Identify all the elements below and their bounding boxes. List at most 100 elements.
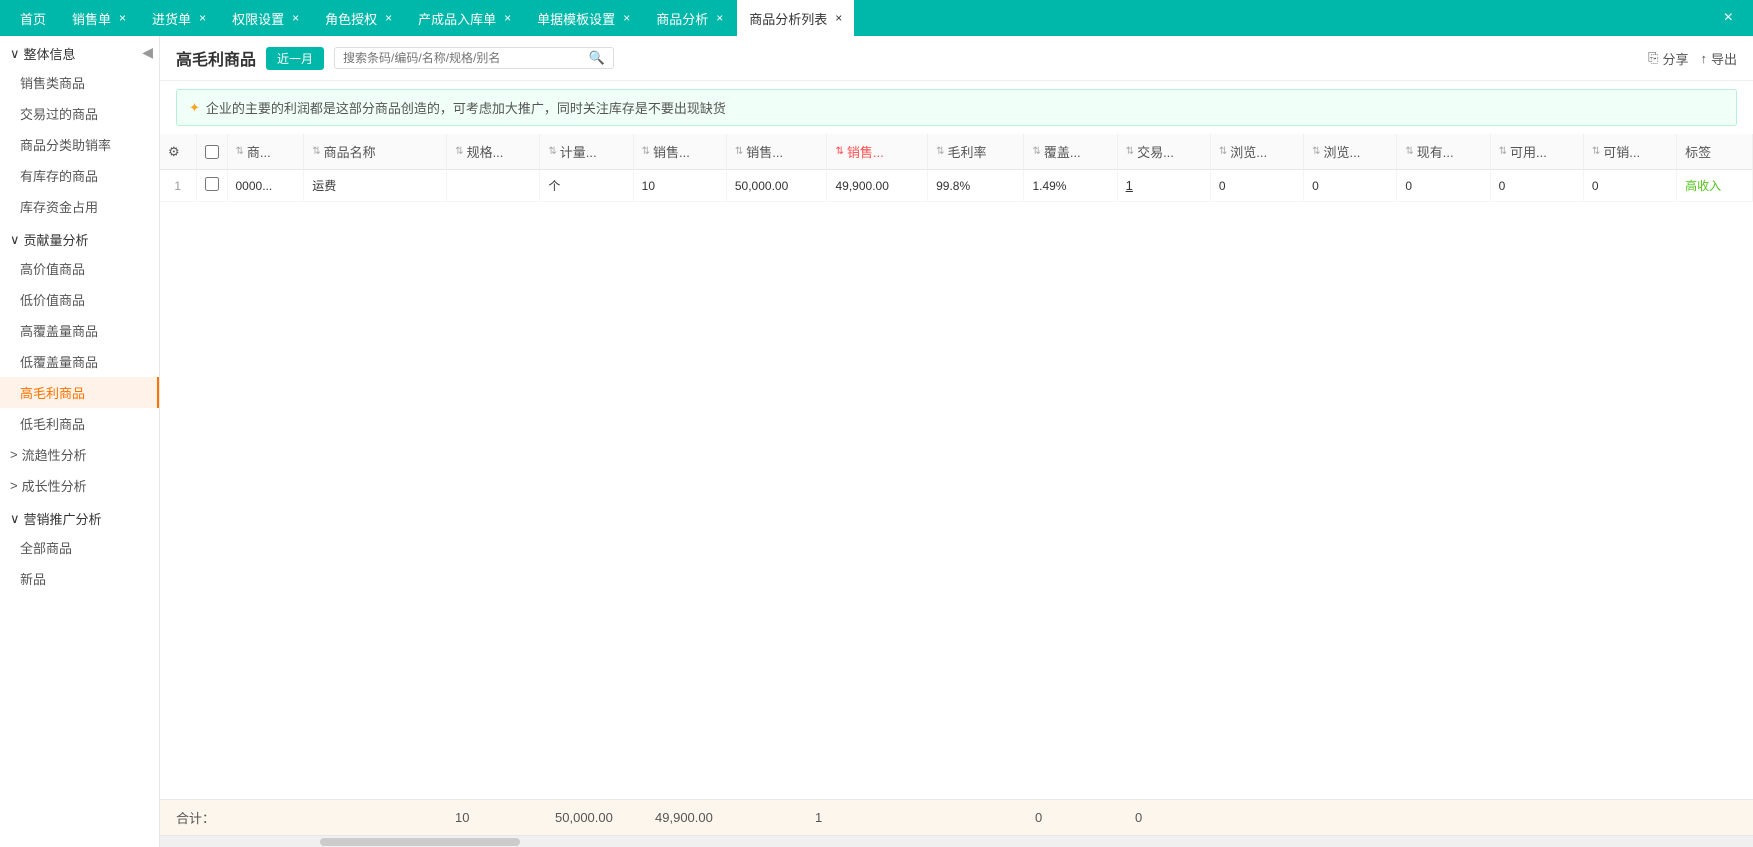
sidebar-item-low-value[interactable]: 低价值商品: [0, 284, 159, 315]
nav-product-analysis-list[interactable]: 商品分析列表 ×: [737, 0, 854, 36]
sort-icon-sales2: ⇅: [735, 146, 743, 157]
th-browse1[interactable]: ⇅ 浏览...: [1210, 134, 1303, 170]
info-banner: ✦ 企业的主要的利润都是这部分商品创造的，可考虑加大推广，同时关注库存是不要出现…: [176, 89, 1737, 126]
content-header: 高毛利商品 近一月 🔍 ⎘ 分享 ↑ 导出: [160, 36, 1753, 81]
cell-sales2: 50,000.00: [726, 170, 827, 202]
close-product-analysis-list[interactable]: ×: [835, 11, 842, 25]
sidebar-item-high-value[interactable]: 高价值商品: [0, 253, 159, 284]
th-sales3[interactable]: ⇅ 销售...: [827, 134, 928, 170]
nav-sales-order[interactable]: 销售单 ×: [60, 0, 138, 36]
close-product-warehousing[interactable]: ×: [504, 11, 511, 25]
sidebar-item-traded-products[interactable]: 交易过的商品: [0, 98, 159, 129]
select-all-checkbox[interactable]: [205, 145, 219, 159]
th-sales2[interactable]: ⇅ 销售...: [726, 134, 827, 170]
footer-available: 0: [1035, 810, 1115, 825]
chevron-down-icon-3: ∨: [10, 511, 20, 527]
table-container[interactable]: ⚙ ⇅ 商...: [160, 134, 1753, 799]
sidebar-item-sales-products[interactable]: 销售类商品: [0, 67, 159, 98]
chevron-down-icon-2: ∨: [10, 232, 20, 248]
nav-home[interactable]: 首页: [8, 0, 58, 36]
th-browse2[interactable]: ⇅ 浏览...: [1304, 134, 1397, 170]
th-trade[interactable]: ⇅ 交易...: [1117, 134, 1210, 170]
export-icon: ↑: [1700, 51, 1707, 66]
sidebar-item-low-coverage[interactable]: 低覆盖量商品: [0, 346, 159, 377]
cell-code: 0000...: [227, 170, 304, 202]
row-checkbox[interactable]: [205, 177, 219, 191]
header-actions: ⎘ 分享 ↑ 导出: [1648, 49, 1737, 68]
nav-template-settings[interactable]: 单据模板设置 ×: [525, 0, 642, 36]
nav-role-auth[interactable]: 角色授权 ×: [313, 0, 404, 36]
sidebar-item-in-stock[interactable]: 有库存的商品: [0, 160, 159, 191]
close-role-auth[interactable]: ×: [385, 11, 392, 25]
sidebar-item-stock-capital[interactable]: 库存资金占用: [0, 191, 159, 222]
share-icon: ⎘: [1648, 50, 1658, 66]
filter-recent-month-button[interactable]: 近一月: [266, 47, 324, 70]
nav-product-warehousing[interactable]: 产成品入库单 ×: [406, 0, 523, 36]
cell-checkbox: [196, 170, 227, 202]
nav-permission-settings[interactable]: 权限设置 ×: [220, 0, 311, 36]
sidebar-item-high-margin[interactable]: 高毛利商品: [0, 377, 159, 408]
th-unit[interactable]: ⇅ 计量...: [540, 134, 633, 170]
search-input[interactable]: [343, 51, 585, 65]
th-settings[interactable]: ⚙: [160, 134, 196, 170]
cell-current: 0: [1397, 170, 1490, 202]
nav-purchase-order[interactable]: 进货单 ×: [140, 0, 218, 36]
sidebar-item-high-coverage[interactable]: 高覆盖量商品: [0, 315, 159, 346]
sidebar-item-all-products[interactable]: 全部商品: [0, 532, 159, 563]
cell-browse1: 0: [1210, 170, 1303, 202]
cell-tag: 高收入: [1677, 170, 1753, 202]
th-spec[interactable]: ⇅ 规格...: [447, 134, 540, 170]
sort-icon-cover: ⇅: [1032, 146, 1040, 157]
table-footer: 合计： 10 50,000.00 49,900.00 1 0 0: [160, 799, 1753, 835]
th-available[interactable]: ⇅ 可用...: [1490, 134, 1583, 170]
close-product-analysis[interactable]: ×: [716, 11, 723, 25]
search-box: 🔍: [334, 47, 614, 69]
scrollbar-thumb[interactable]: [320, 838, 520, 846]
th-code[interactable]: ⇅ 商...: [227, 134, 304, 170]
nav-product-analysis[interactable]: 商品分析 ×: [644, 0, 735, 36]
cell-row-num: 1: [160, 170, 196, 202]
window-close-button[interactable]: ×: [1712, 9, 1745, 27]
sort-icon-unit: ⇅: [548, 146, 556, 157]
horizontal-scrollbar[interactable]: [160, 835, 1753, 847]
sidebar-group-overall[interactable]: ∨ 整体信息: [0, 36, 159, 67]
sidebar-group-trend[interactable]: > 流趋性分析: [0, 439, 159, 470]
cell-cover: 1.49%: [1024, 170, 1117, 202]
search-icon[interactable]: 🔍: [589, 50, 605, 66]
cell-browse2: 0: [1304, 170, 1397, 202]
th-sellable[interactable]: ⇅ 可销...: [1583, 134, 1676, 170]
close-sales-order[interactable]: ×: [119, 11, 126, 25]
close-template-settings[interactable]: ×: [623, 11, 630, 25]
th-sales1[interactable]: ⇅ 销售...: [633, 134, 726, 170]
footer-sales1: 10: [455, 810, 535, 825]
sort-icon-browse2: ⇅: [1312, 146, 1320, 157]
sidebar-item-low-margin[interactable]: 低毛利商品: [0, 408, 159, 439]
close-purchase-order[interactable]: ×: [199, 11, 206, 25]
settings-icon[interactable]: ⚙: [168, 144, 180, 160]
th-gross-rate[interactable]: ⇅ 毛利率: [928, 134, 1024, 170]
sort-icon-gross: ⇅: [936, 146, 944, 157]
sort-icon: ⇅: [236, 146, 244, 157]
cell-trade: 1: [1117, 170, 1210, 202]
sidebar-group-contribution[interactable]: ∨ 贡献量分析: [0, 222, 159, 253]
sort-icon-sellable: ⇅: [1592, 146, 1600, 157]
close-permission-settings[interactable]: ×: [292, 11, 299, 25]
sidebar-group-growth[interactable]: > 成长性分析: [0, 470, 159, 501]
share-button[interactable]: ⎘ 分享: [1648, 49, 1688, 68]
sidebar-item-new-products[interactable]: 新品: [0, 563, 159, 594]
cell-spec: [447, 170, 540, 202]
sidebar-collapse-button[interactable]: ◀: [142, 44, 153, 61]
export-button[interactable]: ↑ 导出: [1700, 49, 1737, 68]
trade-link[interactable]: 1: [1126, 178, 1133, 193]
sidebar-group-marketing[interactable]: ∨ 营销推广分析: [0, 501, 159, 532]
content-area: 高毛利商品 近一月 🔍 ⎘ 分享 ↑ 导出 ✦ 企业的主要的利润都是这部分商品创…: [160, 36, 1753, 847]
sort-icon-spec: ⇅: [455, 146, 463, 157]
sort-icon-name: ⇅: [312, 146, 320, 157]
th-name[interactable]: ⇅ 商品名称: [304, 134, 447, 170]
th-cover[interactable]: ⇅ 覆盖...: [1024, 134, 1117, 170]
table-header-row: ⚙ ⇅ 商...: [160, 134, 1753, 170]
th-tag[interactable]: 标签: [1677, 134, 1753, 170]
th-current[interactable]: ⇅ 现有...: [1397, 134, 1490, 170]
product-table: ⚙ ⇅ 商...: [160, 134, 1753, 202]
sidebar-item-category-assist-rate[interactable]: 商品分类助销率: [0, 129, 159, 160]
